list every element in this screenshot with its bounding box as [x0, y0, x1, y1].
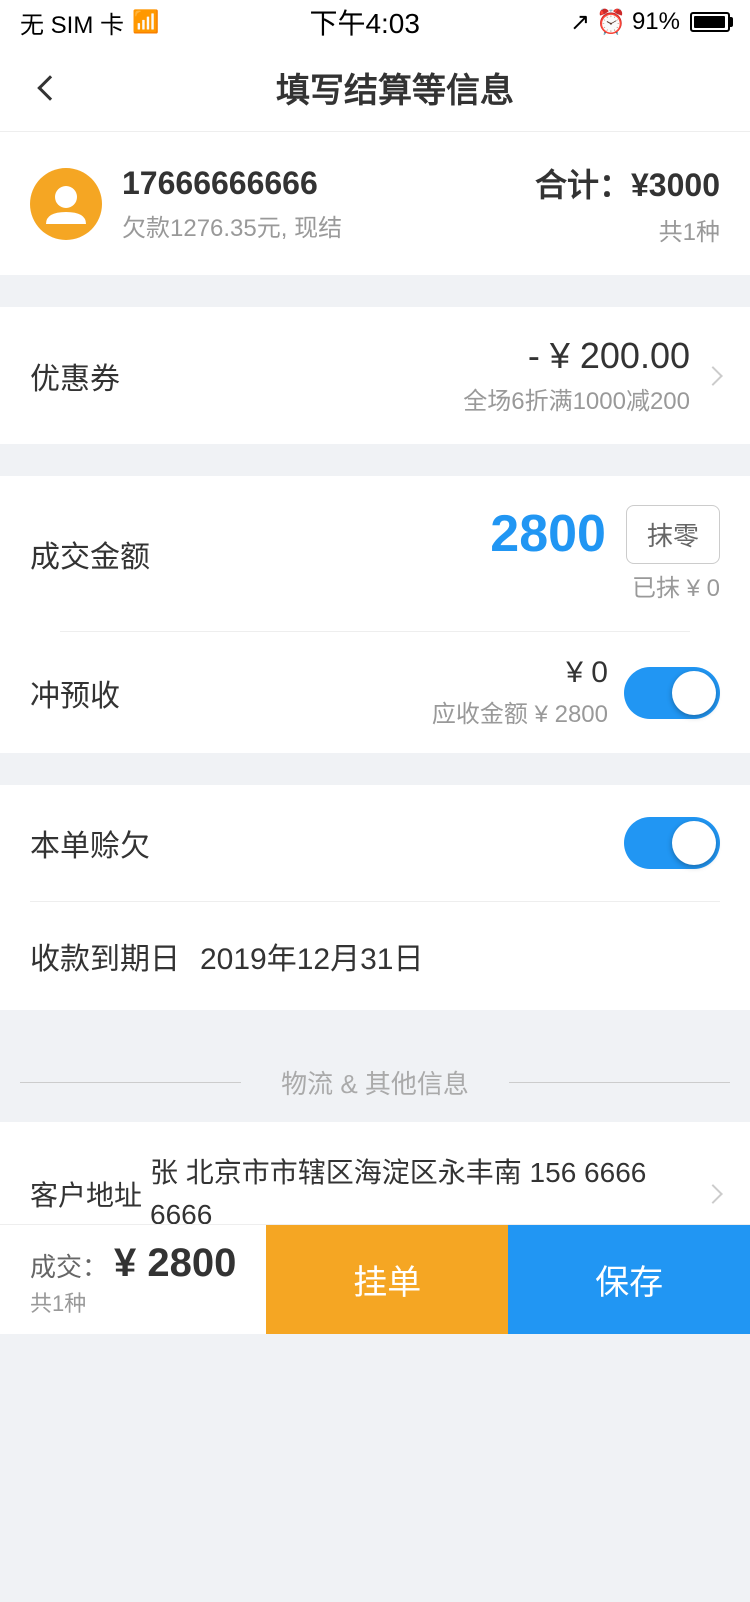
prepay-right: ¥ 0 应收金额 ¥ 2800: [432, 656, 720, 729]
customer-row: 17666666666 欠款1276.35元, 现结 合计：¥3000 共1种: [0, 132, 750, 275]
coupon-amount: - ¥ 200.00: [528, 335, 690, 377]
writeoff-label: 本单赊欠: [30, 821, 624, 865]
carrier-text: 无 SIM 卡: [20, 5, 124, 40]
page-title: 填写结算等信息: [70, 63, 720, 112]
bottom-summary: 成交： ¥ 2800 共1种: [0, 1241, 266, 1318]
separator-4: [0, 1026, 750, 1042]
coupon-desc: 全场6折满1000减200: [463, 381, 690, 416]
save-button[interactable]: 保存: [508, 1225, 750, 1334]
status-left: 无 SIM 卡 📶: [20, 5, 159, 40]
coupon-section: 优惠券 - ¥ 200.00 全场6折满1000减200: [0, 307, 750, 444]
due-date-row: 收款到期日 2019年12月31日: [0, 902, 750, 1010]
bottom-summary-label: 成交：: [30, 1247, 108, 1284]
separator-1: [0, 291, 750, 307]
deal-row: 成交金额 2800 抹零 已抹 ¥ 0: [30, 476, 720, 631]
header: 填写结算等信息: [0, 44, 750, 132]
customer-total: 合计：¥3000 共1种: [535, 160, 720, 247]
bottom-bar: 成交： ¥ 2800 共1种 挂单 保存: [0, 1224, 750, 1334]
customer-info: 17666666666 欠款1276.35元, 现结: [122, 165, 535, 243]
battery-icon: [690, 12, 730, 32]
status-bar: 无 SIM 卡 📶 下午4:03 ↗ ⏰ 91%: [0, 0, 750, 44]
deal-value-wrap: 2800 抹零: [490, 504, 720, 564]
address-key: 客户地址: [30, 1174, 150, 1214]
prepay-toggle-knob: [672, 671, 716, 715]
deal-section: 成交金额 2800 抹零 已抹 ¥ 0: [0, 476, 750, 632]
prepay-row: 冲预收 ¥ 0 应收金额 ¥ 2800: [0, 632, 750, 753]
writeoff-section: 本单赊欠 收款到期日 2019年12月31日: [0, 785, 750, 1010]
hold-button[interactable]: 挂单: [266, 1225, 508, 1334]
total-amount: 合计：¥3000: [535, 160, 720, 206]
prepay-value: ¥ 0: [566, 656, 608, 690]
writeoff-row: 本单赊欠: [0, 785, 750, 901]
header-line-left: [20, 1082, 241, 1083]
back-arrow-icon: [37, 75, 62, 100]
deal-sub: 已抹 ¥ 0: [632, 568, 720, 603]
prepay-sub: 应收金额 ¥ 2800: [432, 694, 608, 729]
back-button[interactable]: [30, 68, 70, 108]
coupon-row[interactable]: 优惠券 - ¥ 200.00 全场6折满1000减200: [0, 307, 750, 444]
coupon-chevron-icon: [703, 366, 723, 386]
logistics-header-text: 物流 & 其他信息: [281, 1064, 469, 1101]
round-button[interactable]: 抹零: [626, 505, 720, 564]
address-chevron-icon: [703, 1184, 723, 1204]
bottom-summary-amount: ¥ 2800: [114, 1241, 236, 1286]
coupon-label: 优惠券: [30, 354, 120, 398]
deal-label: 成交金额: [30, 532, 490, 576]
battery-text: 91%: [632, 8, 680, 36]
deal-value: 2800: [490, 504, 606, 564]
prepay-section: 冲预收 ¥ 0 应收金额 ¥ 2800: [0, 632, 750, 753]
header-line-right: [509, 1082, 730, 1083]
avatar: [30, 168, 102, 240]
prepay-values: ¥ 0 应收金额 ¥ 2800: [432, 656, 608, 729]
status-right: ↗ ⏰ 91%: [570, 8, 730, 37]
customer-section: 17666666666 欠款1276.35元, 现结 合计：¥3000 共1种: [0, 132, 750, 275]
writeoff-toggle-knob: [672, 821, 716, 865]
bottom-actions: 挂单 保存: [266, 1225, 750, 1334]
customer-subtext: 欠款1276.35元, 现结: [122, 208, 535, 243]
total-sub: 共1种: [535, 212, 720, 247]
logistics-header: 物流 & 其他信息: [0, 1042, 750, 1122]
alarm-icon: ⏰: [596, 8, 626, 37]
prepay-toggle[interactable]: [624, 667, 720, 719]
separator-2: [0, 460, 750, 476]
writeoff-toggle[interactable]: [624, 817, 720, 869]
bottom-summary-sub: 共1种: [30, 1286, 236, 1318]
separator-3: [0, 769, 750, 785]
prepay-label: 冲预收: [30, 671, 432, 715]
status-time: 下午4:03: [309, 2, 420, 42]
due-date-value: 2019年12月31日: [200, 934, 423, 978]
content: 17666666666 欠款1276.35元, 现结 合计：¥3000 共1种 …: [0, 132, 750, 1602]
location-icon: ↗: [570, 8, 590, 37]
wifi-icon: 📶: [132, 9, 159, 35]
due-date-label: 收款到期日: [30, 934, 180, 978]
coupon-right: - ¥ 200.00 全场6折满1000减200: [120, 335, 690, 416]
customer-phone: 17666666666: [122, 165, 535, 202]
